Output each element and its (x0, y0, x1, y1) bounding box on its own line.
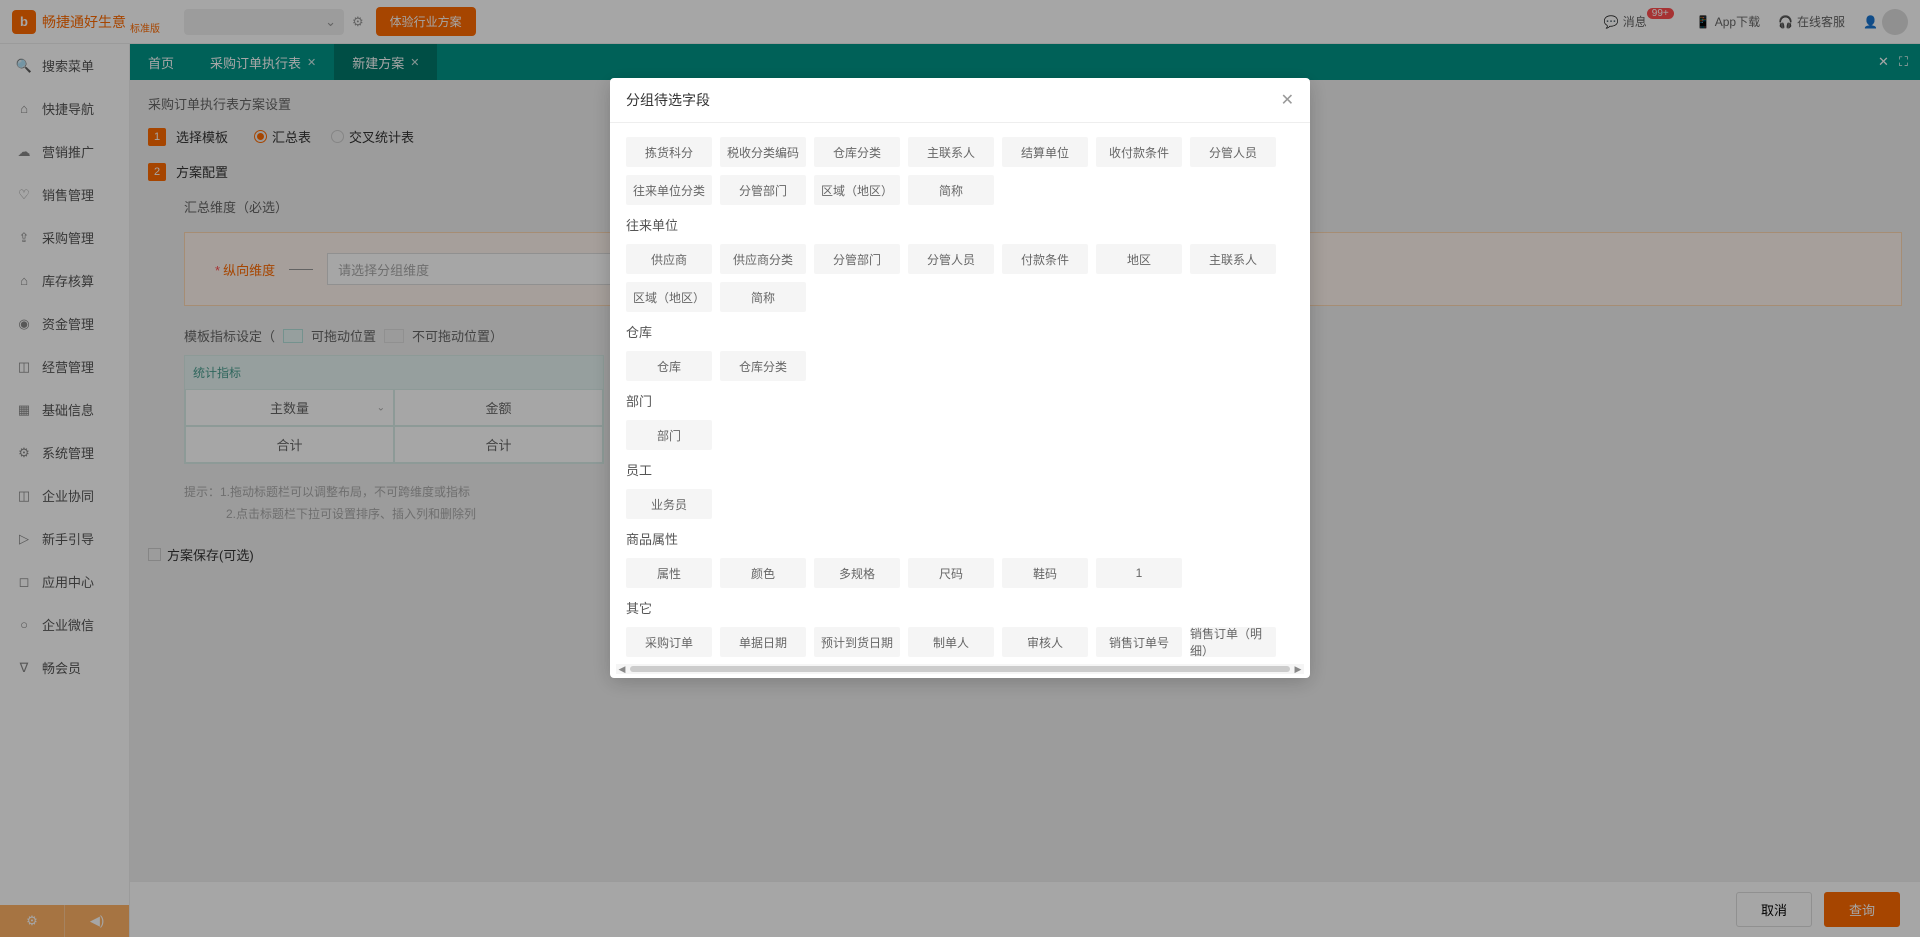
field-item[interactable]: 销售订单（明细） (1190, 627, 1276, 657)
field-item[interactable]: 结算单位 (1002, 137, 1088, 167)
field-item[interactable]: 单据日期 (720, 627, 806, 657)
field-group-3: 部门部门 (626, 391, 1294, 450)
field-list: 供应商供应商分类分管部门分管人员付款条件地区主联系人区域（地区） 简称 (626, 244, 1294, 312)
group-title: 其它 (626, 598, 1294, 617)
field-group-5: 商品属性属性颜色多规格尺码鞋码 1 (626, 529, 1294, 588)
field-item[interactable]: 鞋码 (1002, 558, 1088, 588)
field-item[interactable]: 1 (1096, 558, 1182, 588)
group-title: 员工 (626, 460, 1294, 479)
field-list: 仓库仓库分类 (626, 351, 1294, 381)
field-item[interactable]: 主联系人 (1190, 244, 1276, 274)
field-item[interactable]: 税收分类编码 (720, 137, 806, 167)
field-list: 采购订单单据日期预计到货日期制单人审核人销售订单号销售订单（明细）赠品采购单位单… (626, 627, 1294, 664)
modal-header: 分组待选字段 ✕ (610, 78, 1310, 123)
field-group-6: 其它采购订单单据日期预计到货日期制单人审核人销售订单号销售订单（明细）赠品采购单… (626, 598, 1294, 664)
field-item[interactable]: 地区 (1096, 244, 1182, 274)
scroll-left-icon[interactable]: ◀ (616, 664, 628, 676)
field-item[interactable]: 分管人员 (908, 244, 994, 274)
field-group-0: 拣货科分税收分类编码仓库分类主联系人结算单位收付款条件分管人员往来单位分类分管部… (626, 137, 1294, 205)
group-title: 往来单位 (626, 215, 1294, 234)
field-item[interactable]: 采购订单 (626, 627, 712, 657)
field-item[interactable]: 业务员 (626, 489, 712, 519)
field-item[interactable]: 仓库分类 (720, 351, 806, 381)
field-list: 业务员 (626, 489, 1294, 519)
field-item[interactable]: 尺码 (908, 558, 994, 588)
field-item[interactable]: 部门 (626, 420, 712, 450)
scroll-right-icon[interactable]: ▶ (1292, 664, 1304, 676)
scrollbar-thumb[interactable] (630, 666, 1290, 672)
field-item[interactable]: 属性 (626, 558, 712, 588)
field-item[interactable]: 分管部门 (814, 244, 900, 274)
field-item[interactable]: 主联系人 (908, 137, 994, 167)
field-item[interactable]: 往来单位分类 (626, 175, 712, 205)
group-title: 商品属性 (626, 529, 1294, 548)
field-item[interactable]: 区域（地区） (814, 175, 900, 205)
field-item[interactable]: 供应商 (626, 244, 712, 274)
field-list: 拣货科分税收分类编码仓库分类主联系人结算单位收付款条件分管人员往来单位分类分管部… (626, 137, 1294, 205)
field-item[interactable]: 颜色 (720, 558, 806, 588)
group-title: 部门 (626, 391, 1294, 410)
field-item[interactable]: 付款条件 (1002, 244, 1088, 274)
field-item[interactable]: 仓库分类 (814, 137, 900, 167)
field-group-2: 仓库仓库仓库分类 (626, 322, 1294, 381)
field-list: 部门 (626, 420, 1294, 450)
field-group-1: 往来单位供应商供应商分类分管部门分管人员付款条件地区主联系人区域（地区） 简称 (626, 215, 1294, 312)
field-item[interactable]: 供应商分类 (720, 244, 806, 274)
field-item[interactable]: 仓库 (626, 351, 712, 381)
field-item[interactable]: 分管人员 (1190, 137, 1276, 167)
field-item[interactable]: 收付款条件 (1096, 137, 1182, 167)
field-item[interactable]: 制单人 (908, 627, 994, 657)
modal-title: 分组待选字段 (626, 90, 710, 110)
field-item[interactable]: 分管部门 (720, 175, 806, 205)
group-fields-modal: 分组待选字段 ✕ 拣货科分税收分类编码仓库分类主联系人结算单位收付款条件分管人员… (610, 78, 1310, 678)
field-item[interactable]: 简称 (908, 175, 994, 205)
modal-horizontal-scrollbar[interactable]: ◀ ▶ (616, 664, 1304, 674)
group-title: 仓库 (626, 322, 1294, 341)
field-item[interactable]: 区域（地区） (626, 282, 712, 312)
field-item[interactable]: 预计到货日期 (814, 627, 900, 657)
field-item[interactable]: 销售订单号 (1096, 627, 1182, 657)
field-item[interactable]: 简称 (720, 282, 806, 312)
field-group-4: 员工业务员 (626, 460, 1294, 519)
field-item[interactable]: 多规格 (814, 558, 900, 588)
field-list: 属性颜色多规格尺码鞋码 1 (626, 558, 1294, 588)
modal-close-button[interactable]: ✕ (1281, 90, 1294, 110)
modal-body: 拣货科分税收分类编码仓库分类主联系人结算单位收付款条件分管人员往来单位分类分管部… (610, 123, 1310, 664)
field-item[interactable]: 审核人 (1002, 627, 1088, 657)
field-item[interactable]: 拣货科分 (626, 137, 712, 167)
